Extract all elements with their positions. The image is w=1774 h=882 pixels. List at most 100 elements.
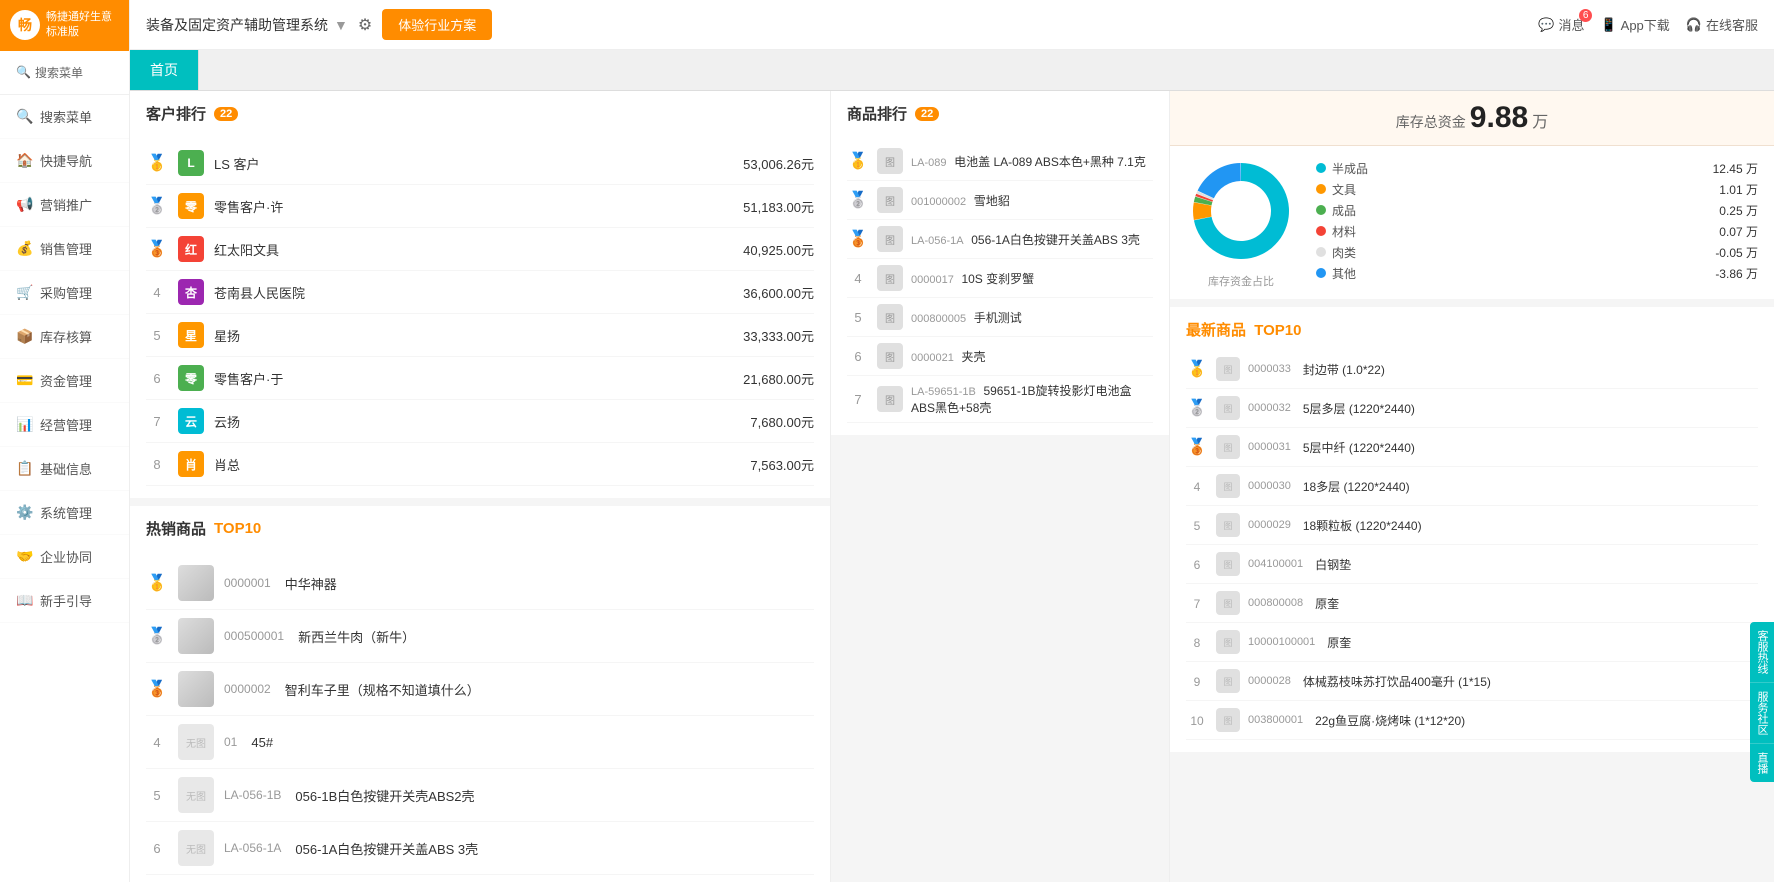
sidebar-item-finance[interactable]: 💳 资金管理 [0,359,129,403]
product-code: 000800008 [1248,597,1303,609]
legend-name: 文具 [1332,181,1713,198]
silver-medal-icon: 🥈 [1187,400,1207,417]
product-avatar: 图 [877,265,903,291]
tab-home[interactable]: 首页 [130,50,199,90]
sidebar-item-label: 营销推广 [40,195,92,214]
sidebar-item-sales[interactable]: 💰 销售管理 [0,227,129,271]
customer-ranking-section: 客户排行 22 🥇 L LS 客户 53,006.26元 🥈 零 零售客户·许 … [130,91,830,498]
newest-product-item: 🥇 图 0000033 封边带 (1.0*22) [1186,350,1758,389]
customer-rank-item: 8 肖 肖总 7,563.00元 [146,443,814,486]
sidebar-item-inventory[interactable]: 📦 库存核算 [0,315,129,359]
sales-icon: 💰 [16,240,32,257]
product-name: 10S 变刹罗蟹 [961,272,1034,286]
float-service-button[interactable]: 服务社区 [1750,683,1774,744]
donut-segment [1198,163,1241,198]
legend-item: 其他 -3.86 万 [1316,265,1758,282]
rank-indicator: 5 [146,328,168,343]
sidebar-item-guide[interactable]: 📖 新手引导 [0,579,129,623]
message-icon: 💬 [1538,17,1554,33]
basic-icon: 📋 [16,460,32,477]
legend-name: 半成品 [1332,160,1707,177]
product-name: 手机测试 [974,311,1022,325]
mobile-icon: 📱 [1600,17,1616,33]
product-rank-item: 7 图 LA-59651-1B 59651-1B旋转投影灯电池盒ABS黑色+58… [847,376,1153,423]
product-avatar: 图 [1216,630,1240,654]
sidebar-item-cooperation[interactable]: 🤝 企业协同 [0,535,129,579]
sidebar-item-operation[interactable]: 📊 经营管理 [0,403,129,447]
sidebar-item-basic[interactable]: 📋 基础信息 [0,447,129,491]
float-service-button[interactable]: 直播 [1750,744,1774,782]
sidebar-item-marketing[interactable]: 📢 营销推广 [0,183,129,227]
search-icon: 🔍 [16,108,32,125]
newest-products-section: 最新商品 TOP10 🥇 图 0000033 封边带 (1.0*22) 🥈 图 … [1170,307,1774,752]
product-rank-item: 4 图 0000017 10S 变刹罗蟹 [847,259,1153,298]
logo-text: 畅捷通好生意 标准版 [46,10,112,41]
product-avatar: 图 [877,386,903,412]
app-download-button[interactable]: 📱 App下载 [1600,15,1669,34]
product-name: 18颗粒板 (1220*2440) [1303,517,1422,534]
sidebar-item-purchase[interactable]: 🛒 采购管理 [0,271,129,315]
legend-item: 肉类 -0.05 万 [1316,244,1758,261]
search-menu-button[interactable]: 🔍 搜索菜单 [8,59,121,86]
sidebar-search-area[interactable]: 🔍 搜索菜单 [0,51,129,95]
product-name: 智利车子里（规格不知道填什么） [285,680,480,699]
rank-indicator: 4 [1186,479,1208,494]
newest-product-item: 9 图 0000028 体械荔枝味苏打饮品400毫升 (1*15) [1186,662,1758,701]
customer-name: 云扬 [214,412,740,431]
product-code: 0000029 [1248,519,1291,531]
legend-item: 半成品 12.45 万 [1316,160,1758,177]
legend-name: 其他 [1332,265,1709,282]
rank-indicator: 5 [146,788,168,803]
product-code: 001000002 [911,196,966,208]
product-avatar: 图 [1216,552,1240,576]
sidebar-item-label: 经营管理 [40,415,92,434]
customer-amount: 40,925.00元 [743,240,814,259]
legend-value: 12.45 万 [1713,160,1758,177]
inventory-total-unit: 万 [1532,108,1548,132]
product-name: 原奎 [1327,634,1351,651]
legend-value: -0.05 万 [1715,244,1758,261]
sidebar-item-quicknav[interactable]: 🏠 快捷导航 [0,139,129,183]
newest-product-list: 🥇 图 0000033 封边带 (1.0*22) 🥈 图 0000032 5层多… [1186,350,1758,740]
product-name: 雪地貂 [974,194,1010,208]
sidebar: 畅 畅捷通好生意 标准版 🔍 搜索菜单 🔍 搜索菜单🏠 快捷导航📢 营销推广💰 … [0,0,130,882]
product-name: 新西兰牛肉（新牛） [298,627,415,646]
rank-indicator: 🥉 [847,229,869,249]
online-service-button[interactable]: 🎧 在线客服 [1686,15,1758,34]
trial-button[interactable]: 体验行业方案 [382,9,492,40]
rank-indicator: 8 [1186,635,1208,650]
rank-indicator: 4 [146,735,168,750]
product-code: 10000100001 [1248,636,1315,648]
rank-indicator: 🥈 [146,196,168,216]
product-placeholder-image: 无图 [178,830,214,866]
legend-item: 成品 0.25 万 [1316,202,1758,219]
rank-indicator: 5 [847,310,869,325]
silver-medal-icon: 🥈 [147,198,167,215]
sidebar-item-system[interactable]: ⚙️ 系统管理 [0,491,129,535]
product-name: 5层中纤 (1220*2440) [1303,439,1415,456]
silver-medal-icon: 🥈 [147,628,167,645]
product-info: LA-089 电池盖 LA-089 ABS本色+黑种 7.1克 [911,153,1153,170]
legend-item: 材料 0.07 万 [1316,223,1758,240]
product-code: 0000002 [224,682,271,696]
product-name: 夹壳 [961,350,985,364]
product-avatar: 图 [877,304,903,330]
sidebar-item-label: 库存核算 [40,327,92,346]
sidebar-item-label: 快捷导航 [40,151,92,170]
sidebar-item-label: 采购管理 [40,283,92,302]
donut-legend: 半成品 12.45 万 文具 1.01 万 成品 0.25 万 材料 0.07 … [1316,160,1758,286]
customer-name: 零售客户·许 [214,197,733,216]
product-avatar: 图 [1216,474,1240,498]
newest-product-item: 7 图 000800008 原奎 [1186,584,1758,623]
product-code: 000800005 [911,313,966,325]
customer-amount: 51,183.00元 [743,197,814,216]
float-service-button[interactable]: 客服热线 [1750,622,1774,683]
customer-name: 肖总 [214,455,740,474]
sidebar-item-search[interactable]: 🔍 搜索菜单 [0,95,129,139]
message-button[interactable]: 💬 消息 6 [1538,15,1584,34]
gold-medal-icon: 🥇 [848,153,868,170]
legend-color-dot [1316,163,1326,173]
bronze-medal-icon: 🥉 [848,231,868,248]
rank-indicator: 6 [146,371,168,386]
settings-icon[interactable]: ⚙ [358,15,372,35]
